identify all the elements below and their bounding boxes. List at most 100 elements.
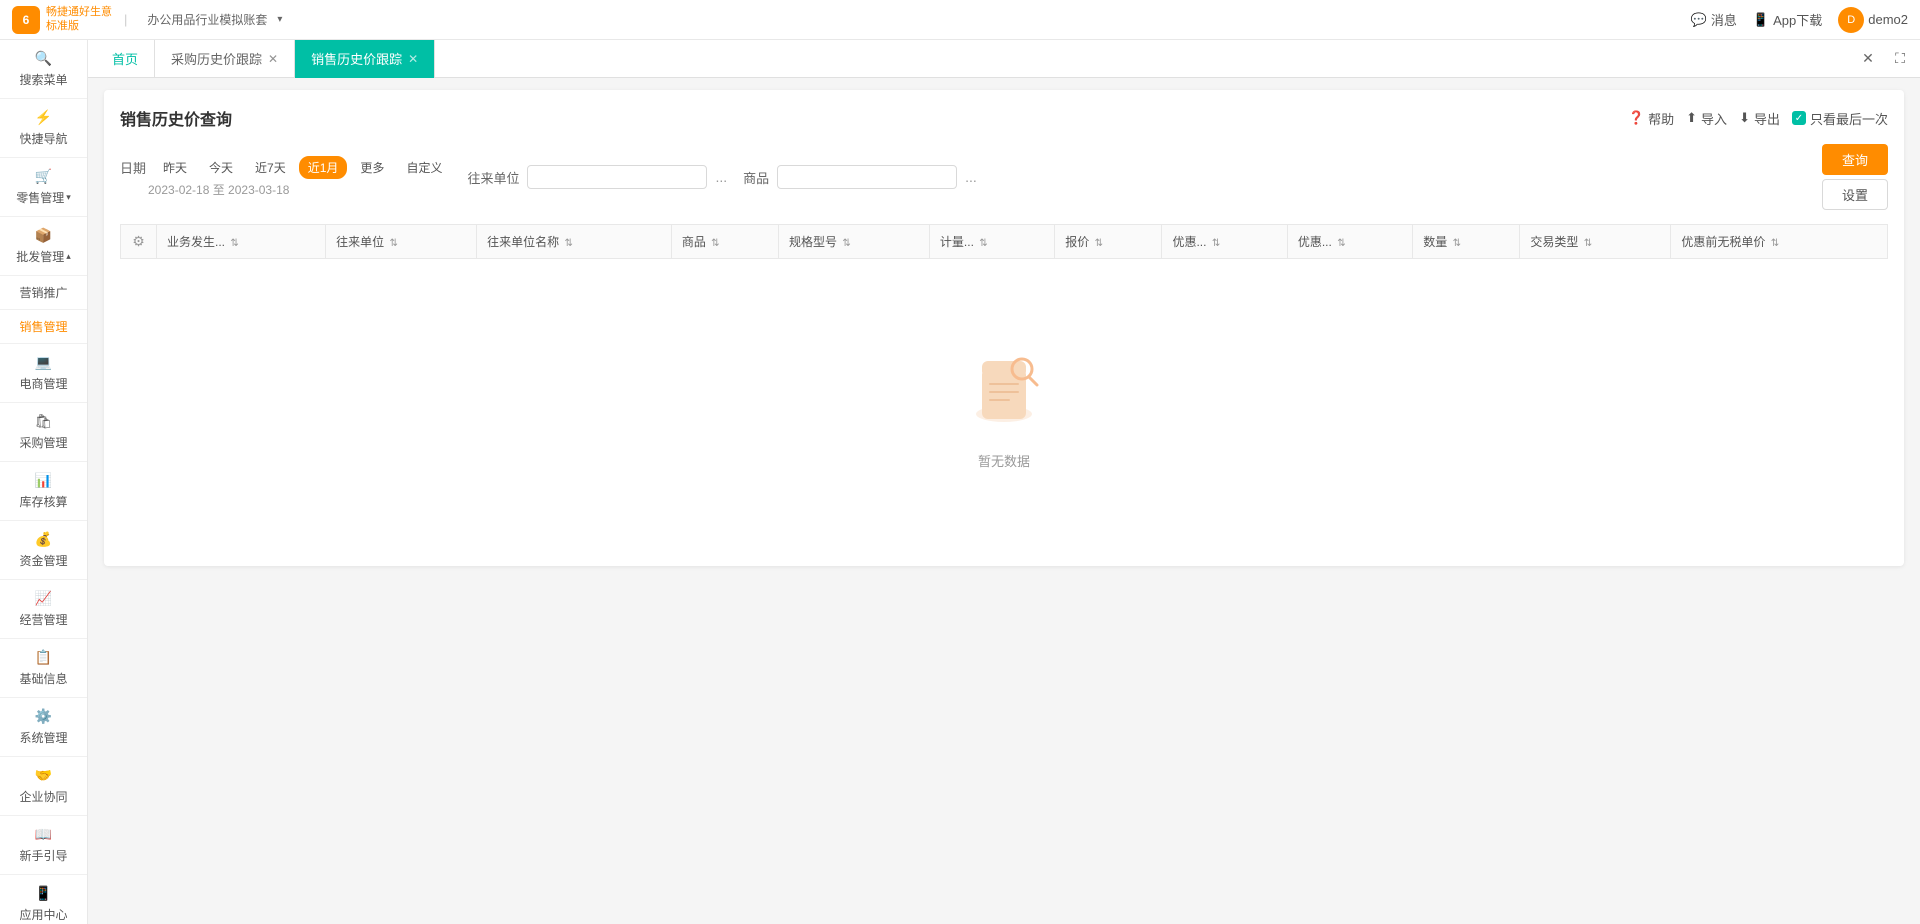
sidebar-item-operations-mgmt[interactable]: 📈 经营管理 xyxy=(0,580,87,639)
sidebar-item-quick-nav[interactable]: ⚡ 快捷导航 xyxy=(0,99,87,158)
sidebar-item-search-menu[interactable]: 🔍 搜索菜单 xyxy=(0,40,87,99)
date-btn-today[interactable]: 今天 xyxy=(200,156,242,179)
sidebar-item-label: 经营管理 xyxy=(19,611,67,628)
page-title-bar: 销售历史价查询 ❓ 帮助 ⬆ 导入 ⬇ 导出 xyxy=(120,106,1888,130)
table-col-trade-type[interactable]: 交易类型 ⇅ xyxy=(1520,225,1671,259)
table-col-settings: ⚙ xyxy=(121,225,157,259)
product-filter-group: 商品 ... xyxy=(743,165,977,189)
table-col-discount1[interactable]: 优惠... ⇅ xyxy=(1162,225,1287,259)
empty-text: 暂无数据 xyxy=(978,451,1030,470)
table-col-quoted-price[interactable]: 报价 ⇅ xyxy=(1055,225,1162,259)
product-dots[interactable]: ... xyxy=(965,169,977,185)
date-btn-more[interactable]: 更多 xyxy=(351,156,393,179)
data-table: ⚙ 业务发生... ⇅ 往来单位 ⇅ xyxy=(120,224,1888,259)
sidebar-item-retail-mgmt[interactable]: 🛒 零售管理 ▾ xyxy=(0,158,87,217)
partner-input[interactable] xyxy=(527,165,707,189)
sidebar-item-marketing[interactable]: 营销推广 xyxy=(0,276,87,310)
export-button[interactable]: ⬇ 导出 xyxy=(1739,109,1780,128)
tab-purchase-history[interactable]: 采购历史价跟踪 ✕ xyxy=(155,40,295,78)
sidebar-item-purchase-mgmt[interactable]: 🛍 采购管理 xyxy=(0,403,87,462)
sort-icon: ⇅ xyxy=(390,238,398,249)
sidebar-item-inventory[interactable]: 📊 库存核算 xyxy=(0,462,87,521)
table-col-pre-tax-price[interactable]: 优惠前无税单价 ⇅ xyxy=(1671,225,1888,259)
only-last-checkbox-label[interactable]: ✓ 只看最后一次 xyxy=(1792,109,1888,128)
sidebar-item-sales-mgmt[interactable]: 销售管理 xyxy=(0,310,87,344)
sidebar-item-label: 快捷导航 xyxy=(19,130,67,147)
sidebar-item-label: 销售管理 xyxy=(19,320,67,334)
sales-history-close-icon[interactable]: ✕ xyxy=(408,52,418,66)
query-button[interactable]: 查询 xyxy=(1822,144,1888,175)
table-col-spec[interactable]: 规格型号 ⇅ xyxy=(778,225,929,259)
table-col-partner-name[interactable]: 往来单位名称 ⇅ xyxy=(477,225,672,259)
message-action[interactable]: 💬 消息 xyxy=(1691,10,1737,29)
chevron-up-icon: ▴ xyxy=(66,251,71,262)
home-tab-label: 首页 xyxy=(112,49,138,68)
settings-button[interactable]: 设置 xyxy=(1822,179,1888,210)
sidebar-item-app-center[interactable]: 📱 应用中心 xyxy=(0,875,87,924)
import-button[interactable]: ⬆ 导入 xyxy=(1686,109,1727,128)
tab-home[interactable]: 首页 xyxy=(96,40,155,78)
sidebar-item-finance-mgmt[interactable]: 💰 资金管理 xyxy=(0,521,87,580)
date-options: 昨天 今天 近7天 近1月 更多 自定义 xyxy=(154,156,451,179)
new-guide-icon: 📖 xyxy=(35,826,52,843)
wholesale-icon: 📦 xyxy=(35,227,52,244)
sidebar-item-label: 采购管理 xyxy=(19,434,67,451)
table-container: ⚙ 业务发生... ⇅ 往来单位 ⇅ xyxy=(120,224,1888,259)
maximize-button[interactable]: ⛶ xyxy=(1888,47,1912,71)
table-col-discount2[interactable]: 优惠... ⇅ xyxy=(1287,225,1412,259)
basic-info-icon: 📋 xyxy=(35,649,52,666)
sidebar-item-label: 基础信息 xyxy=(19,670,67,687)
sidebar-item-new-guide[interactable]: 📖 新手引导 xyxy=(0,816,87,875)
purchase-history-tab-label: 采购历史价跟踪 xyxy=(171,49,262,68)
top-header: 6 畅捷通好生意 标准版 | 办公用品行业模拟账套 ▾ 💬 消息 📱 App下载… xyxy=(0,0,1920,40)
date-btn-7days[interactable]: 近7天 xyxy=(246,156,295,179)
table-col-quantity[interactable]: 数量 ⇅ xyxy=(1413,225,1520,259)
import-icon: ⬆ xyxy=(1686,110,1697,126)
export-icon: ⬇ xyxy=(1739,110,1750,126)
sort-icon: ⇅ xyxy=(711,238,719,249)
sidebar-item-ecommerce-mgmt[interactable]: 💻 电商管理 xyxy=(0,344,87,403)
table-col-product[interactable]: 商品 ⇅ xyxy=(671,225,778,259)
ecommerce-icon: 💻 xyxy=(35,354,52,371)
product-label: 商品 xyxy=(743,168,769,187)
sidebar-item-label: 应用中心 xyxy=(19,906,67,923)
user-action[interactable]: D demo2 xyxy=(1838,7,1908,33)
product-input[interactable] xyxy=(777,165,957,189)
page-content: 销售历史价查询 ❓ 帮助 ⬆ 导入 ⬇ 导出 xyxy=(88,78,1920,924)
sidebar-item-label: 零售管理 xyxy=(16,189,64,206)
logo-area: 6 畅捷通好生意 标准版 xyxy=(12,6,112,34)
table-col-unit[interactable]: 计量... ⇅ xyxy=(929,225,1054,259)
date-btn-yesterday[interactable]: 昨天 xyxy=(154,156,196,179)
date-btn-custom[interactable]: 自定义 xyxy=(397,156,451,179)
sidebar-item-enterprise-collab[interactable]: 🤝 企业协同 xyxy=(0,757,87,816)
close-tab-button[interactable]: ✕ xyxy=(1856,47,1880,71)
app-download-action[interactable]: 📱 App下载 xyxy=(1753,10,1822,29)
only-last-checkbox[interactable]: ✓ xyxy=(1792,111,1806,125)
table-col-partner-code[interactable]: 往来单位 ⇅ xyxy=(326,225,477,259)
page-title: 销售历史价查询 xyxy=(120,106,232,130)
sidebar: 🔍 搜索菜单 ⚡ 快捷导航 🛒 零售管理 ▾ 📦 批发管理 ▴ 营销推广 销售管… xyxy=(0,40,88,924)
app-icon: 📱 xyxy=(1753,12,1769,28)
inventory-icon: 📊 xyxy=(35,472,52,489)
sidebar-item-label: 系统管理 xyxy=(19,729,67,746)
date-btn-1month[interactable]: 近1月 xyxy=(299,156,348,179)
empty-state-icon xyxy=(954,339,1054,439)
sidebar-item-label: 搜索菜单 xyxy=(19,71,67,88)
table-col-biz-date[interactable]: 业务发生... ⇅ xyxy=(157,225,326,259)
sort-icon: ⇅ xyxy=(1337,238,1345,249)
table-gear-button[interactable]: ⚙ xyxy=(131,233,146,250)
search-icon: 🔍 xyxy=(35,50,52,67)
sidebar-item-system-mgmt[interactable]: ⚙️ 系统管理 xyxy=(0,698,87,757)
help-icon: ❓ xyxy=(1628,110,1644,126)
purchase-history-close-icon[interactable]: ✕ xyxy=(268,52,278,66)
date-filter-label: 日期 xyxy=(120,158,146,177)
tab-sales-history[interactable]: 销售历史价跟踪 ✕ xyxy=(295,40,435,78)
breadcrumb-dropdown-icon[interactable]: ▾ xyxy=(277,14,282,25)
partner-dots[interactable]: ... xyxy=(715,169,727,185)
message-icon: 💬 xyxy=(1691,12,1707,28)
help-button[interactable]: ❓ 帮助 xyxy=(1628,109,1674,128)
tab-bar: 首页 采购历史价跟踪 ✕ 销售历史价跟踪 ✕ ✕ ⛶ xyxy=(88,40,1920,78)
operations-icon: 📈 xyxy=(35,590,52,607)
sidebar-item-basic-info[interactable]: 📋 基础信息 xyxy=(0,639,87,698)
sidebar-item-wholesale-mgmt[interactable]: 📦 批发管理 ▴ xyxy=(0,217,87,276)
